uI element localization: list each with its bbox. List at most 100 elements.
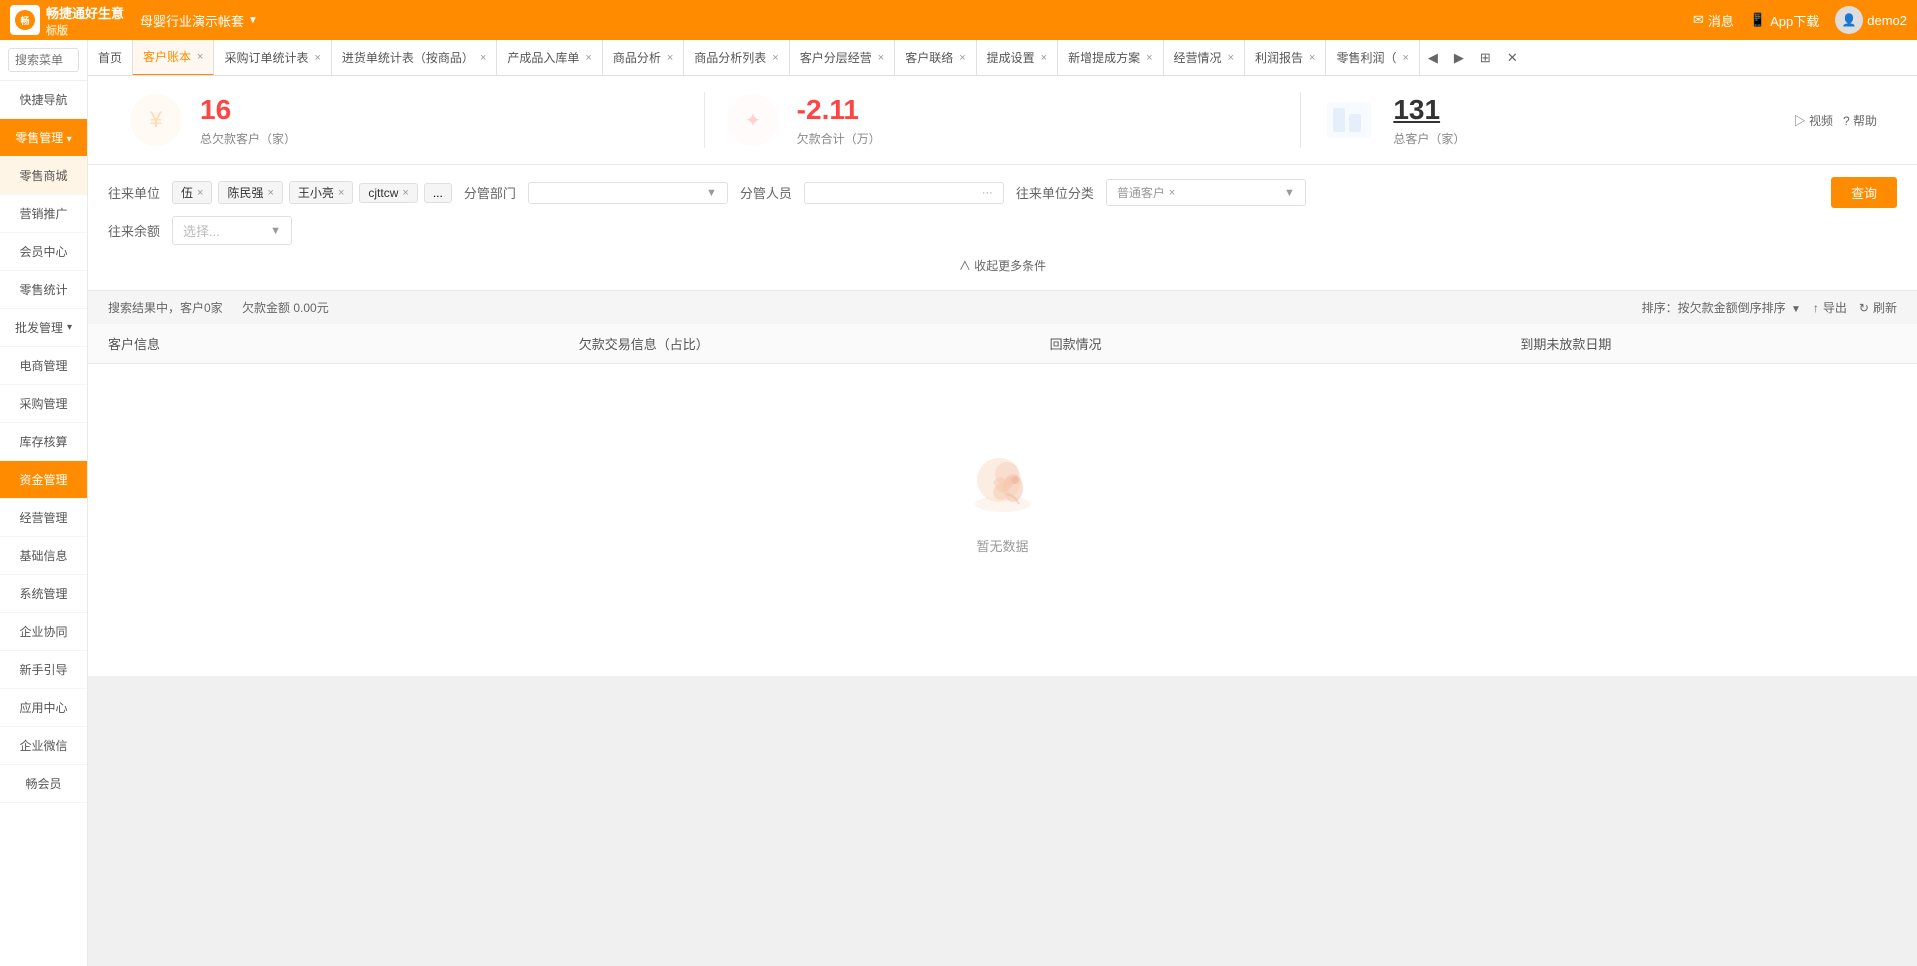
tab-inbound-stats[interactable]: 进货单统计表（按商品） ×: [332, 40, 497, 76]
sort-label: 排序：按欠款金额倒序排序 ▼: [1642, 299, 1801, 316]
tab-close-icon[interactable]: ×: [1146, 52, 1152, 64]
export-btn[interactable]: ↑ 导出: [1813, 299, 1847, 316]
top-bar-right: ✉ 消息 📱 App下载 👤 demo2: [1693, 6, 1907, 34]
stat-value-debt: -2.11: [797, 94, 1281, 126]
tab-close-icon[interactable]: ×: [314, 52, 320, 64]
sidebar-item-retail-mgmt[interactable]: 零售管理 ▾: [0, 119, 87, 157]
tab-purchase-order-stats[interactable]: 采购订单统计表 ×: [214, 40, 331, 76]
sidebar-item-inventory[interactable]: 库存核算: [0, 423, 87, 461]
collapse-bar[interactable]: ∧ 收起更多条件: [108, 253, 1897, 278]
category-tag[interactable]: 普通客户 ×: [1117, 184, 1175, 201]
user-avatar-btn[interactable]: 👤 demo2: [1835, 6, 1907, 34]
tab-close-icon[interactable]: ×: [1309, 52, 1315, 64]
sidebar-item-new-guide[interactable]: 新手引导: [0, 651, 87, 689]
tab-retail-profit[interactable]: 零售利润（ ×: [1326, 40, 1419, 76]
tag-close-icon[interactable]: ×: [1169, 187, 1175, 199]
tab-close-icon[interactable]: ×: [959, 52, 965, 64]
stat-label-customers: 总欠款客户（家）: [200, 130, 684, 147]
tab-close-icon[interactable]: ×: [772, 52, 778, 64]
filter-tag-wang[interactable]: 王小亮 ×: [289, 181, 353, 204]
filter-tag-more-btn[interactable]: ...: [424, 183, 452, 203]
person-filter-select[interactable]: ···: [804, 182, 1004, 204]
sidebar-item-capital[interactable]: 资金管理: [0, 461, 87, 499]
balance-filter-select[interactable]: 选择... ▼: [172, 216, 292, 245]
tab-close-icon[interactable]: ×: [1402, 52, 1408, 64]
sidebar-item-ecommerce[interactable]: 电商管理: [0, 347, 87, 385]
sidebar-item-retail-mall[interactable]: 零售商城: [0, 157, 87, 195]
tab-nav-next[interactable]: ▶: [1446, 40, 1472, 76]
tab-profit-report[interactable]: 利润报告 ×: [1245, 40, 1326, 76]
sidebar-item-operations[interactable]: 经营管理: [0, 499, 87, 537]
sidebar: 快捷导航 零售管理 ▾ 零售商城 营销推广 会员中心 零售统计 批发管理 ▾: [0, 40, 88, 966]
filter-tag-wu[interactable]: 伍 ×: [172, 181, 212, 204]
tab-close-all-btn[interactable]: ✕: [1499, 40, 1526, 76]
tab-product-analysis[interactable]: 商品分析 ×: [603, 40, 684, 76]
main-layout: 快捷导航 零售管理 ▾ 零售商城 营销推广 会员中心 零售统计 批发管理 ▾: [0, 40, 1917, 966]
workspace-selector[interactable]: 母婴行业演示帐套 ▼: [140, 11, 258, 30]
tab-new-raise-plan[interactable]: 新增提成方案 ×: [1058, 40, 1163, 76]
sidebar-item-enterprise[interactable]: 企业协同: [0, 613, 87, 651]
balance-filter-label: 往来余额: [108, 221, 160, 240]
tab-customer-contact[interactable]: 客户联络 ×: [895, 40, 976, 76]
tab-close-icon[interactable]: ×: [585, 52, 591, 64]
col-header-customer: 客户信息: [108, 334, 579, 353]
tag-close-icon[interactable]: ×: [267, 187, 273, 199]
sidebar-item-search[interactable]: [0, 40, 87, 81]
table-container: 客户信息 欠款交易信息（占比） 回款情况 到期未放款日期: [88, 324, 1917, 635]
tab-nav-prev[interactable]: ◀: [1420, 40, 1446, 76]
stat-info-debt: -2.11 欠款合计（万）: [797, 94, 1281, 147]
tab-product-analysis-list[interactable]: 商品分析列表 ×: [684, 40, 789, 76]
tab-close-icon[interactable]: ×: [878, 52, 884, 64]
tab-close-icon[interactable]: ×: [1228, 52, 1234, 64]
sidebar-item-quick-nav[interactable]: 快捷导航: [0, 81, 87, 119]
tab-production-inbound[interactable]: 产成品入库单 ×: [497, 40, 602, 76]
app-title: 畅捷通好生意 标版: [46, 3, 124, 38]
sidebar-item-sys-mgmt[interactable]: 系统管理: [0, 575, 87, 613]
tag-close-icon[interactable]: ×: [402, 187, 408, 199]
stat-card-customers: ¥ 16 总欠款客户（家）: [108, 92, 705, 148]
search-input[interactable]: [8, 48, 79, 72]
sidebar-item-purchase[interactable]: 采购管理: [0, 385, 87, 423]
query-button[interactable]: 查询: [1831, 177, 1897, 208]
empty-text: 暂无数据: [976, 536, 1028, 555]
tab-raise-settings[interactable]: 提成设置 ×: [977, 40, 1058, 76]
tab-expand-btn[interactable]: ⊞: [1472, 40, 1499, 76]
tab-customer-tier[interactable]: 客户分层经营 ×: [790, 40, 895, 76]
tab-biz-situation[interactable]: 经营情况 ×: [1164, 40, 1245, 76]
message-btn[interactable]: ✉ 消息: [1693, 11, 1734, 30]
svg-text:✦: ✦: [744, 110, 761, 132]
filter-tag-chen[interactable]: 陈民强 ×: [218, 181, 282, 204]
sidebar-item-basic-info[interactable]: 基础信息: [0, 537, 87, 575]
sidebar-item-marketing[interactable]: 营销推广: [0, 195, 87, 233]
refresh-btn[interactable]: ↻ 刷新: [1859, 299, 1897, 316]
filter-tag-cjttcw[interactable]: cjttcw ×: [359, 183, 417, 203]
debt-icon: ✦: [725, 92, 781, 148]
sidebar-item-biz-wechat[interactable]: 企业微信: [0, 727, 87, 765]
sidebar-item-app-center[interactable]: 应用中心: [0, 689, 87, 727]
sidebar-item-member-center[interactable]: 会员中心: [0, 233, 87, 271]
tab-home[interactable]: 首页: [88, 40, 133, 76]
help-action-btn[interactable]: ? 帮助: [1843, 112, 1877, 129]
tab-close-icon[interactable]: ×: [197, 51, 203, 63]
tag-close-icon[interactable]: ×: [197, 187, 203, 199]
tab-customer-book[interactable]: 客户账本 ×: [133, 40, 214, 76]
app-download-btn[interactable]: 📱 App下载: [1750, 11, 1819, 30]
col-header-repay: 回款情况: [1050, 334, 1521, 353]
export-icon: ↑: [1813, 301, 1819, 315]
sidebar-item-wholesale-mgmt[interactable]: 批发管理 ▾: [0, 309, 87, 347]
refresh-icon: ↻: [1859, 301, 1869, 315]
chevron-down-icon: ▼: [1791, 304, 1801, 315]
sidebar-item-retail-stats[interactable]: 零售统计: [0, 271, 87, 309]
sidebar-item-member[interactable]: 畅会员: [0, 765, 87, 803]
tag-close-icon[interactable]: ×: [338, 187, 344, 199]
result-actions: 排序：按欠款金额倒序排序 ▼ ↑ 导出 ↻ 刷新: [1642, 299, 1897, 316]
tab-close-icon[interactable]: ×: [1041, 52, 1047, 64]
chevron-down-icon: ▼: [270, 225, 281, 237]
tab-close-icon[interactable]: ×: [667, 52, 673, 64]
dept-filter-select[interactable]: ▼: [528, 182, 728, 204]
video-action-btn[interactable]: ▷ 视频: [1794, 112, 1833, 129]
tab-close-icon[interactable]: ×: [480, 52, 486, 64]
download-icon: 📱: [1750, 12, 1766, 28]
top-bar: 畅 畅捷通好生意 标版 母婴行业演示帐套 ▼ ✉ 消息 📱 App下载 👤: [0, 0, 1917, 40]
unit-category-select[interactable]: 普通客户 × ▼: [1106, 179, 1306, 206]
